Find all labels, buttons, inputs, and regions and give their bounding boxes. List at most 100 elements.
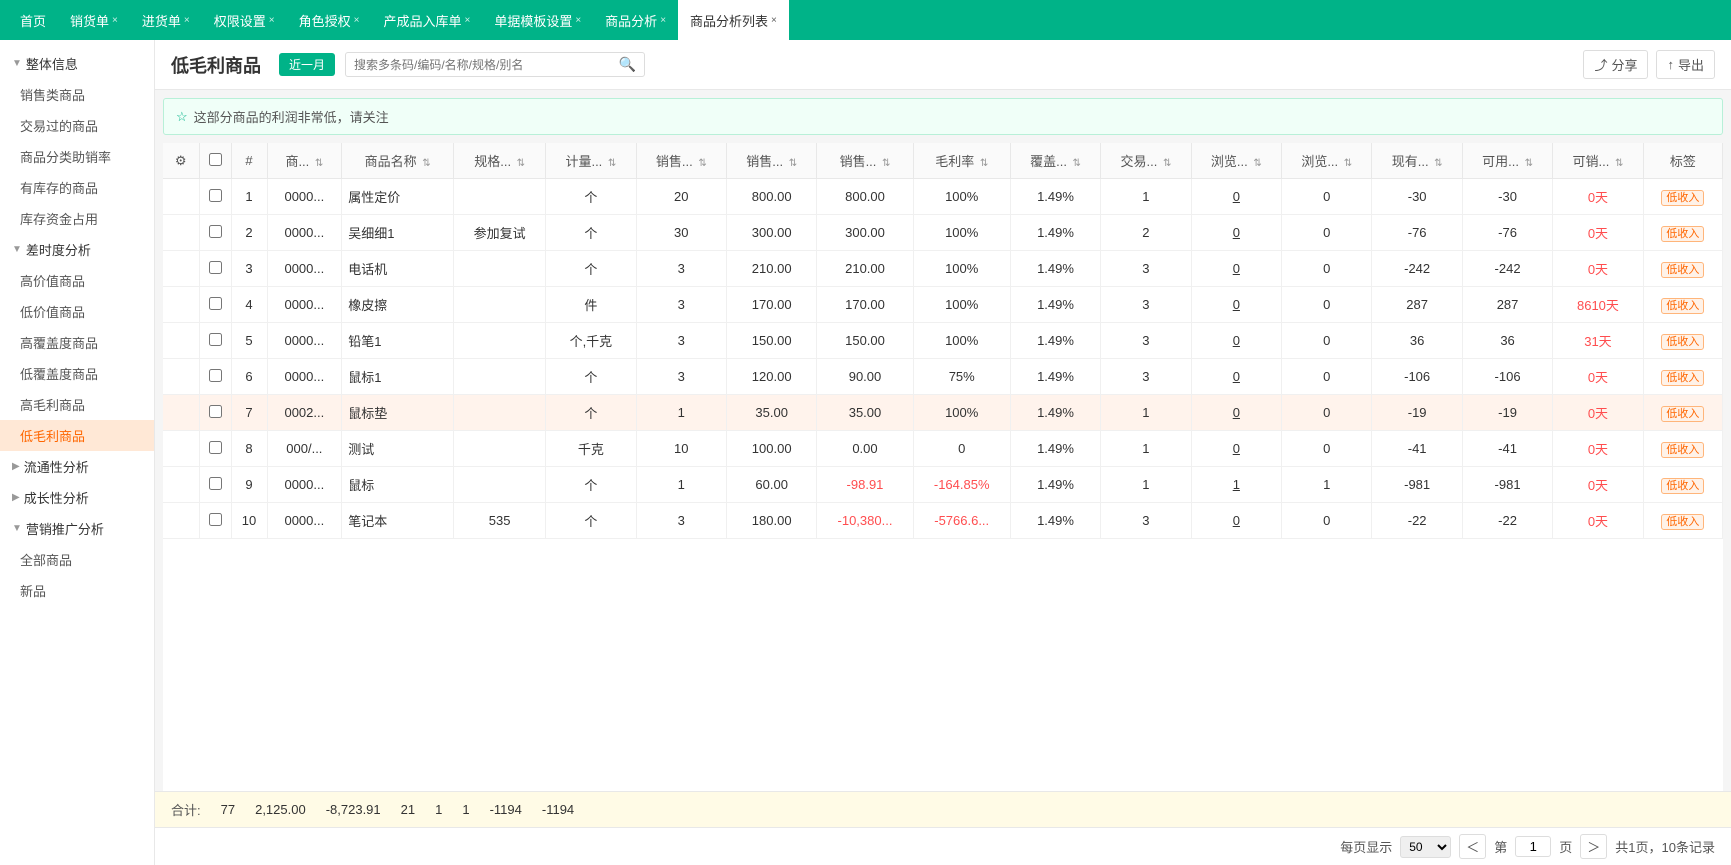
row-checkbox[interactable] bbox=[209, 369, 222, 382]
sidebar-group-growth[interactable]: ▶ 成长性分析 bbox=[0, 482, 154, 513]
search-input[interactable] bbox=[354, 58, 619, 72]
table-row: 10 0000... 笔记本 535 个 3 180.00 -10,380...… bbox=[163, 503, 1723, 539]
sidebar-item-all-goods[interactable]: 全部商品 bbox=[0, 544, 154, 575]
next-page-button[interactable]: ＞ bbox=[1580, 834, 1607, 859]
sort-icon: ⇅ bbox=[608, 158, 616, 169]
checkbox-cell[interactable] bbox=[199, 431, 231, 467]
close-icon[interactable]: × bbox=[112, 15, 118, 26]
filter-button[interactable]: 近一月 bbox=[279, 53, 335, 76]
th-code: 商... ⇅ bbox=[267, 143, 342, 179]
checkbox-cell[interactable] bbox=[199, 323, 231, 359]
close-icon[interactable]: × bbox=[660, 15, 666, 26]
nav-home[interactable]: 首页 bbox=[8, 0, 58, 40]
code-cell: 000/... bbox=[267, 431, 342, 467]
sidebar-item-stocked-goods[interactable]: 有库存的商品 bbox=[0, 172, 154, 203]
checkbox-cell[interactable] bbox=[199, 467, 231, 503]
browse1-cell[interactable]: 0 bbox=[1191, 179, 1281, 215]
prev-page-button[interactable]: ＜ bbox=[1459, 834, 1486, 859]
tag-cell: 低收入 bbox=[1643, 323, 1722, 359]
nav-permission-settings[interactable]: 权限设置 × bbox=[202, 0, 287, 40]
sidebar-item-sales-goods[interactable]: 销售类商品 bbox=[0, 79, 154, 110]
row-checkbox[interactable] bbox=[209, 333, 222, 346]
select-all-checkbox[interactable] bbox=[209, 153, 222, 166]
row-checkbox[interactable] bbox=[209, 441, 222, 454]
nav-purchase-order[interactable]: 进货单 × bbox=[130, 0, 202, 40]
row-checkbox[interactable] bbox=[209, 405, 222, 418]
sidebar-item-high-coverage[interactable]: 高覆盖度商品 bbox=[0, 327, 154, 358]
checkbox-cell[interactable] bbox=[199, 179, 231, 215]
sort-icon: ⇅ bbox=[698, 158, 706, 169]
sidebar-item-category-rate[interactable]: 商品分类助销率 bbox=[0, 141, 154, 172]
search-icon[interactable]: 🔍 bbox=[619, 56, 636, 73]
available-cell: -30 bbox=[1462, 179, 1552, 215]
sidebar-item-high-profit[interactable]: 高毛利商品 bbox=[0, 389, 154, 420]
sidebar-item-high-value[interactable]: 高价值商品 bbox=[0, 265, 154, 296]
page-number-input[interactable] bbox=[1515, 836, 1551, 857]
checkbox-cell[interactable] bbox=[199, 287, 231, 323]
nav-role-auth[interactable]: 角色授权 × bbox=[287, 0, 372, 40]
data-table-container[interactable]: ⚙ # 商... ⇅ 商品名称 ⇅ 规格... ⇅ 计量... ⇅ 销售... … bbox=[163, 143, 1723, 791]
num-cell: 6 bbox=[231, 359, 267, 395]
checkbox-cell[interactable] bbox=[199, 251, 231, 287]
th-transaction: 交易... ⇅ bbox=[1101, 143, 1191, 179]
close-icon[interactable]: × bbox=[464, 15, 470, 26]
share-button[interactable]: ⤴ 分享 bbox=[1583, 50, 1648, 79]
row-checkbox[interactable] bbox=[209, 261, 222, 274]
nav-product-analysis-list[interactable]: 商品分析列表 × bbox=[678, 0, 789, 40]
total-current: -1194 bbox=[490, 802, 522, 817]
sidebar-group-marketing[interactable]: ▼ 营销推广分析 bbox=[0, 513, 154, 544]
browse1-cell[interactable]: 0 bbox=[1191, 395, 1281, 431]
nav-product-analysis[interactable]: 商品分析 × bbox=[593, 0, 678, 40]
checkbox-cell[interactable] bbox=[199, 359, 231, 395]
browse1-cell[interactable]: 0 bbox=[1191, 251, 1281, 287]
row-checkbox[interactable] bbox=[209, 189, 222, 202]
close-icon[interactable]: × bbox=[771, 15, 777, 26]
sidebar-item-low-value[interactable]: 低价值商品 bbox=[0, 296, 154, 327]
sidebar-group-liquidity[interactable]: ▶ 流通性分析 bbox=[0, 451, 154, 482]
sales-profit-cell: -98.91 bbox=[817, 467, 913, 503]
th-coverage: 覆盖... ⇅ bbox=[1010, 143, 1100, 179]
sidebar-item-low-profit[interactable]: 低毛利商品 bbox=[0, 420, 154, 451]
row-checkbox[interactable] bbox=[209, 477, 222, 490]
browse1-cell[interactable]: 0 bbox=[1191, 323, 1281, 359]
row-checkbox[interactable] bbox=[209, 225, 222, 238]
browse1-cell[interactable]: 0 bbox=[1191, 431, 1281, 467]
checkbox-cell[interactable] bbox=[199, 395, 231, 431]
th-sales-price: 销售... ⇅ bbox=[726, 143, 816, 179]
sales-price-cell: 300.00 bbox=[726, 215, 816, 251]
settings-cell bbox=[163, 503, 199, 539]
browse1-cell[interactable]: 0 bbox=[1191, 215, 1281, 251]
notice-text: 这部分商品的利润非常低，请关注 bbox=[194, 107, 389, 126]
nav-template-settings[interactable]: 单据模板设置 × bbox=[482, 0, 593, 40]
sidebar-group-overall[interactable]: ▼ 整体信息 bbox=[0, 48, 154, 79]
nav-product-instock[interactable]: 产成品入库单 × bbox=[371, 0, 482, 40]
saleable-cell: 0天 bbox=[1553, 179, 1643, 215]
per-page-select[interactable]: 50 100 200 bbox=[1400, 836, 1451, 858]
close-icon[interactable]: × bbox=[354, 15, 360, 26]
nav-sales-order[interactable]: 销货单 × bbox=[58, 0, 130, 40]
sidebar-item-inventory-capital[interactable]: 库存资金占用 bbox=[0, 203, 154, 234]
browse1-cell[interactable]: 0 bbox=[1191, 359, 1281, 395]
sidebar-item-low-coverage[interactable]: 低覆盖度商品 bbox=[0, 358, 154, 389]
coverage-cell: 1.49% bbox=[1010, 287, 1100, 323]
row-checkbox[interactable] bbox=[209, 513, 222, 526]
sidebar-item-new-goods[interactable]: 新品 bbox=[0, 575, 154, 606]
sidebar-group-time-analysis[interactable]: ▼ 差时度分析 bbox=[0, 234, 154, 265]
close-icon[interactable]: × bbox=[269, 15, 275, 26]
sort-icon: ⇅ bbox=[1163, 158, 1171, 169]
spec-cell bbox=[454, 395, 546, 431]
th-settings[interactable]: ⚙ bbox=[163, 143, 199, 179]
profit-rate-cell: 100% bbox=[913, 215, 1010, 251]
checkbox-cell[interactable] bbox=[199, 503, 231, 539]
checkbox-cell[interactable] bbox=[199, 215, 231, 251]
sidebar-item-traded-goods[interactable]: 交易过的商品 bbox=[0, 110, 154, 141]
export-button[interactable]: ↑ 导出 bbox=[1656, 50, 1715, 79]
browse1-cell[interactable]: 0 bbox=[1191, 287, 1281, 323]
browse1-cell[interactable]: 1 bbox=[1191, 467, 1281, 503]
close-icon[interactable]: × bbox=[575, 15, 581, 26]
close-icon[interactable]: × bbox=[184, 15, 190, 26]
spec-cell bbox=[454, 179, 546, 215]
sort-icon: ⇅ bbox=[422, 158, 430, 169]
row-checkbox[interactable] bbox=[209, 297, 222, 310]
browse1-cell[interactable]: 0 bbox=[1191, 503, 1281, 539]
